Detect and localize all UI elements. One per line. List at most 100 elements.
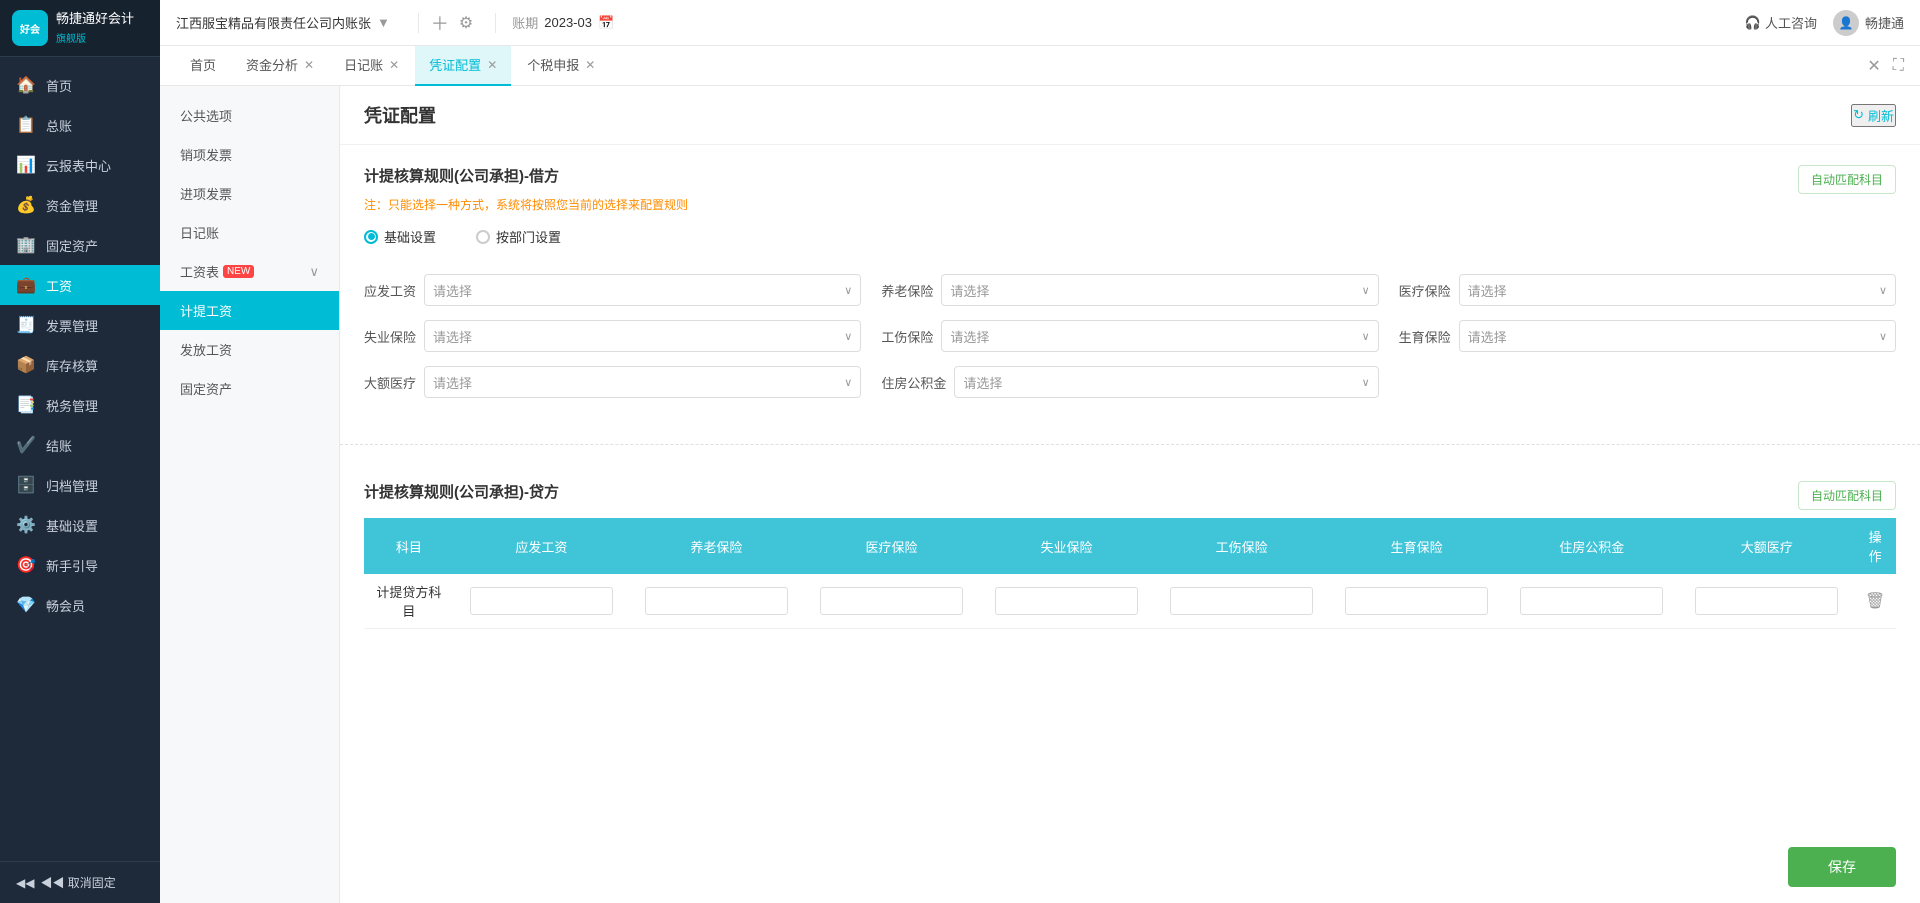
sidebar-item-reports[interactable]: 📊 云报表中心 xyxy=(0,145,160,185)
save-button[interactable]: 保存 xyxy=(1788,847,1896,887)
field-pension-select[interactable]: 请选择 ∨ xyxy=(941,274,1378,306)
radio-basic[interactable]: 基础设置 xyxy=(364,227,436,246)
left-menu-purchase[interactable]: 进项发票 xyxy=(160,174,339,213)
refresh-label: 刷新 xyxy=(1868,106,1894,125)
tab-voucher-close[interactable]: ✕ xyxy=(487,58,497,72)
sidebar-item-inventory[interactable]: 📦 库存核算 xyxy=(0,345,160,385)
radio-dept[interactable]: 按部门设置 xyxy=(476,227,561,246)
sidebar-item-tax[interactable]: 📑 税务管理 xyxy=(0,385,160,425)
field-housing-select[interactable]: 请选择 ∨ xyxy=(954,366,1378,398)
tab-tax-close[interactable]: ✕ xyxy=(585,58,595,72)
field-maternity-select[interactable]: 请选择 ∨ xyxy=(1459,320,1896,352)
left-menu-salary-pay-label: 发放工资 xyxy=(180,343,232,358)
left-menu-salary-pay[interactable]: 发放工资 xyxy=(160,330,339,369)
field-maternity-label: 生育保险 xyxy=(1399,327,1451,346)
row-delete-button[interactable]: 🗑 xyxy=(1865,593,1885,610)
tab-expand-action[interactable]: ⛶ xyxy=(1893,57,1904,75)
row-medical-cell xyxy=(804,574,979,629)
row-pension-input[interactable] xyxy=(645,587,788,615)
sidebar-item-ledger-label: 总账 xyxy=(46,116,72,135)
section-divider xyxy=(340,444,1920,445)
credit-auto-match-button[interactable]: 自动匹配科目 xyxy=(1798,481,1896,510)
left-menu-salary-calc[interactable]: 计提工资 xyxy=(160,291,339,330)
settle-icon: ✔️ xyxy=(16,435,36,455)
sidebar-cancel-pin[interactable]: ◀◀ ◀◀ 取消固定 xyxy=(0,861,160,903)
field-big-medical-placeholder: 请选择 xyxy=(433,373,472,392)
col-pension: 养老保险 xyxy=(629,518,804,574)
credit-section-title: 计提核算规则(公司承担)-贷方 xyxy=(364,481,559,502)
debit-auto-match-button[interactable]: 自动匹配科目 xyxy=(1798,165,1896,194)
row-injury-input[interactable] xyxy=(1170,587,1313,615)
tab-capital-close[interactable]: ✕ xyxy=(304,58,314,72)
sidebar-item-assets[interactable]: 🏢 固定资产 xyxy=(0,225,160,265)
row-salary-input[interactable] xyxy=(470,587,613,615)
row-injury-cell xyxy=(1154,574,1329,629)
tab-tax[interactable]: 个税申报 ✕ xyxy=(513,46,609,86)
left-menu-public[interactable]: 公共选项 xyxy=(160,96,339,135)
tab-journal-close[interactable]: ✕ xyxy=(389,58,399,72)
topbar-user[interactable]: 👤 畅捷通 xyxy=(1833,10,1904,36)
row-housing-cell xyxy=(1504,574,1679,629)
sidebar-item-vip-label: 畅会员 xyxy=(46,596,85,615)
tab-capital[interactable]: 资金分析 ✕ xyxy=(232,46,328,86)
field-salary: 应发工资 请选择 ∨ xyxy=(364,274,861,306)
sidebar-item-settle[interactable]: ✔️ 结账 xyxy=(0,425,160,465)
tab-voucher-label: 凭证配置 xyxy=(429,55,481,74)
topbar-service-button[interactable]: 🎧 人工咨询 xyxy=(1745,13,1817,32)
sidebar-item-salary[interactable]: 💼 工资 xyxy=(0,265,160,305)
sidebar-item-inventory-label: 库存核算 xyxy=(46,356,98,375)
sidebar-footer-label: ◀◀ 取消固定 xyxy=(40,874,115,891)
left-menu-fixed-assets[interactable]: 固定资产 xyxy=(160,369,339,408)
field-maternity-placeholder: 请选择 xyxy=(1468,327,1507,346)
sidebar-item-invoice[interactable]: 🧾 发票管理 xyxy=(0,305,160,345)
sidebar-item-archive[interactable]: 🗄️ 归档管理 xyxy=(0,465,160,505)
row-action-cell: 🗑 xyxy=(1854,574,1896,629)
field-injury-placeholder: 请选择 xyxy=(950,327,989,346)
field-unemployment-select[interactable]: 请选择 ∨ xyxy=(424,320,861,352)
medical-select-arrow: ∨ xyxy=(1879,284,1887,297)
left-menu-sales[interactable]: 销项发票 xyxy=(160,135,339,174)
col-medical: 医疗保险 xyxy=(804,518,979,574)
field-injury-select[interactable]: 请选择 ∨ xyxy=(941,320,1378,352)
field-big-medical: 大额医疗 请选择 ∨ xyxy=(364,366,861,398)
field-medical: 医疗保险 请选择 ∨ xyxy=(1399,274,1896,306)
topbar-settings-button[interactable]: ⚙ xyxy=(459,13,473,33)
field-big-medical-select[interactable]: 请选择 ∨ xyxy=(424,366,861,398)
pin-icon: ◀◀ xyxy=(16,876,34,890)
field-salary-select[interactable]: 请选择 ∨ xyxy=(424,274,861,306)
field-medical-placeholder: 请选择 xyxy=(1468,281,1507,300)
content-area: 公共选项 销项发票 进项发票 日记账 工资表 NEW ∨ 计提工资 xyxy=(160,86,1920,903)
sidebar-item-guide[interactable]: 🎯 新手引导 xyxy=(0,545,160,585)
row-unemployment-input[interactable] xyxy=(995,587,1138,615)
sidebar-nav: 🏠 首页 📋 总账 📊 云报表中心 💰 资金管理 🏢 固定资产 💼 工资 🧾 发… xyxy=(0,57,160,861)
left-menu-journal[interactable]: 日记账 xyxy=(160,213,339,252)
logo-sub: 旗舰版 xyxy=(56,30,134,45)
sidebar-item-settings[interactable]: ⚙️ 基础设置 xyxy=(0,505,160,545)
refresh-button[interactable]: ↻ 刷新 xyxy=(1851,104,1896,127)
sidebar-item-capital[interactable]: 💰 资金管理 xyxy=(0,185,160,225)
maternity-select-arrow: ∨ xyxy=(1879,330,1887,343)
sidebar-item-vip[interactable]: 💎 畅会员 xyxy=(0,585,160,625)
row-medical-input[interactable] xyxy=(820,587,963,615)
field-injury: 工伤保险 请选择 ∨ xyxy=(881,320,1378,352)
row-big-medical-input[interactable] xyxy=(1695,587,1838,615)
topbar-calendar-icon[interactable]: 📅 xyxy=(598,15,614,31)
sidebar-item-ledger[interactable]: 📋 总账 xyxy=(0,105,160,145)
field-housing-label: 住房公积金 xyxy=(881,373,946,392)
company-select[interactable]: 江西服宝精品有限责任公司内账张 ▼ xyxy=(176,13,390,32)
invoice-icon: 🧾 xyxy=(16,315,36,335)
left-menu-salary-table[interactable]: 工资表 NEW ∨ xyxy=(160,252,339,291)
row-housing-input[interactable] xyxy=(1520,587,1663,615)
debit-section: 计提核算规则(公司承担)-借方 注：只能选择一种方式，系统将按照您当前的选择来配… xyxy=(340,145,1920,428)
tab-voucher[interactable]: 凭证配置 ✕ xyxy=(415,46,511,86)
field-medical-select[interactable]: 请选择 ∨ xyxy=(1459,274,1896,306)
sidebar-item-home[interactable]: 🏠 首页 xyxy=(0,65,160,105)
field-pension-placeholder: 请选择 xyxy=(950,281,989,300)
tab-close-action[interactable]: ✕ xyxy=(1867,56,1880,76)
tab-journal[interactable]: 日记账 ✕ xyxy=(330,46,413,86)
row-maternity-input[interactable] xyxy=(1345,587,1488,615)
sidebar-logo: 好会 畅捷通好会计 旗舰版 xyxy=(0,0,160,57)
topbar-add-button[interactable]: ＋ xyxy=(431,10,449,36)
topbar-divider-1 xyxy=(418,13,419,33)
tab-home[interactable]: 首页 xyxy=(176,46,230,86)
